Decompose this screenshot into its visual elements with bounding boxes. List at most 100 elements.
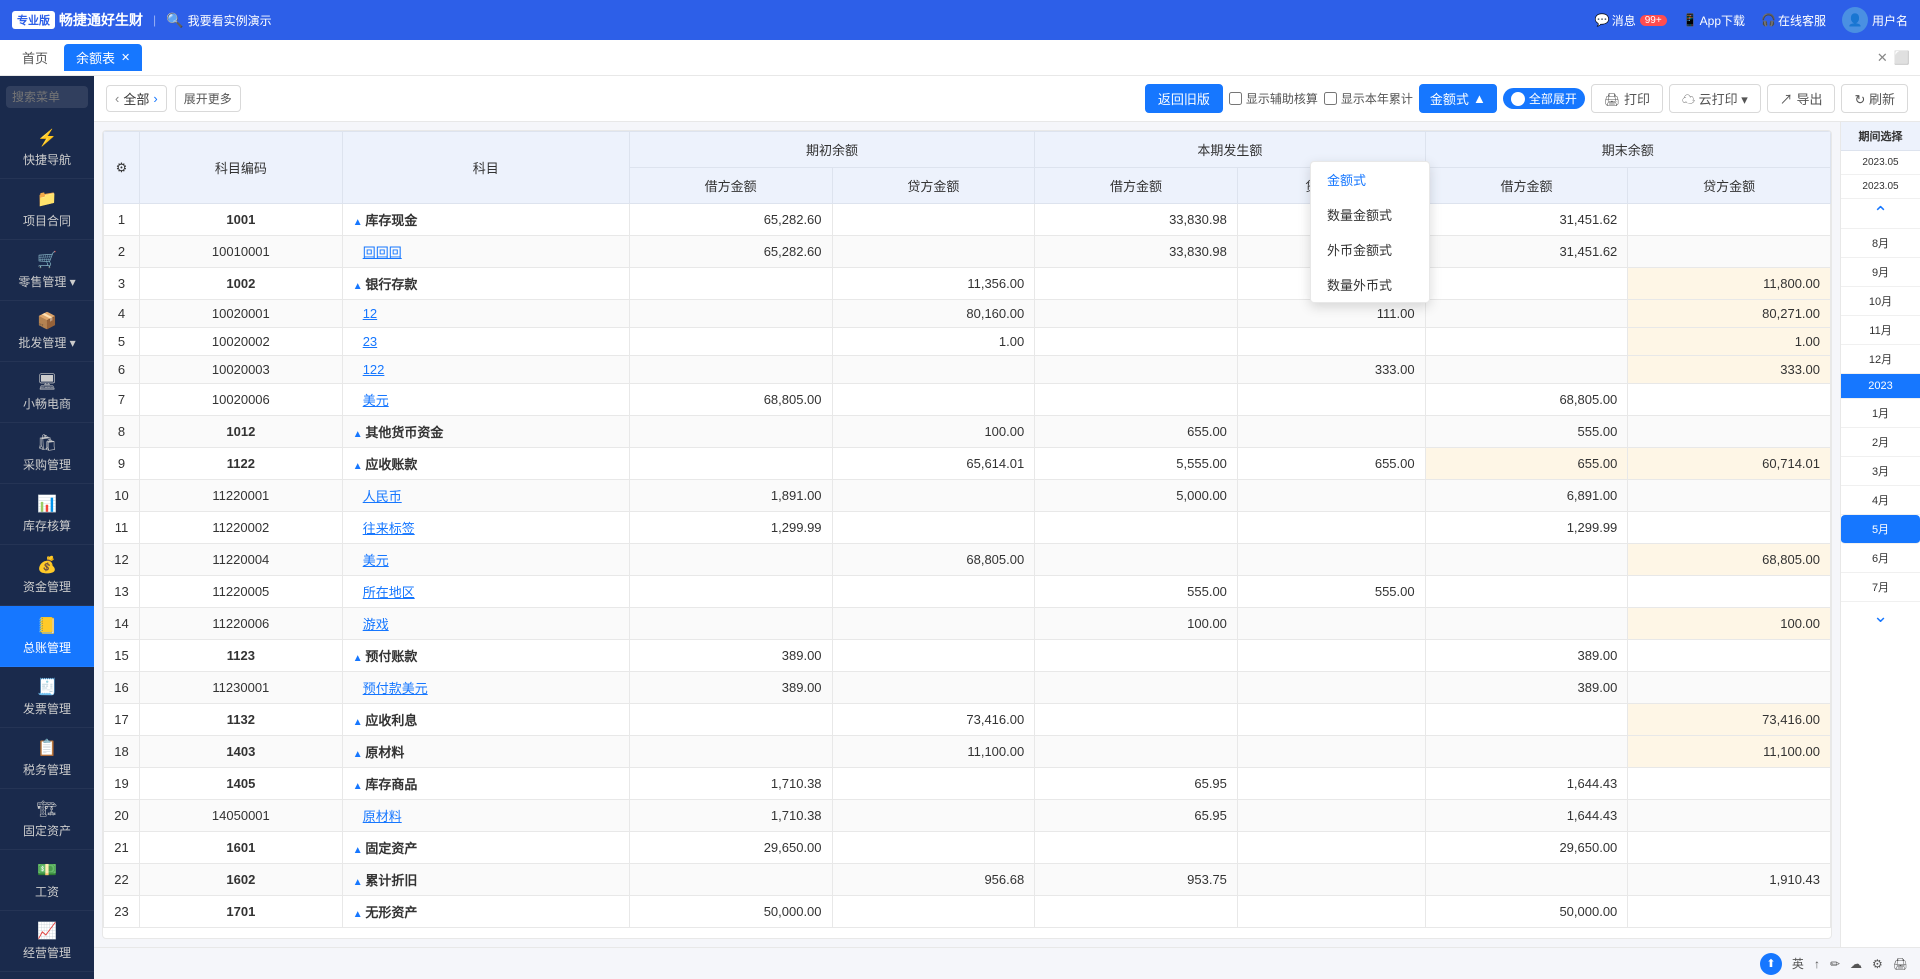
- month-item-4[interactable]: 4月: [1841, 486, 1920, 515]
- chevron-up-icon: ▲: [1473, 91, 1486, 106]
- row-period-debit: [629, 576, 832, 608]
- row-subject[interactable]: ▲ 固定资产: [342, 832, 629, 864]
- row-subject[interactable]: ▲ 应收账款: [342, 448, 629, 480]
- th-setting[interactable]: ⚙: [104, 132, 140, 204]
- row-subject[interactable]: 122: [342, 356, 629, 384]
- export-btn[interactable]: ↗ 导出: [1767, 84, 1836, 113]
- dropdown-item-fx-jine[interactable]: 外币金额式: [1311, 232, 1429, 267]
- wholesale-icon: 📦: [6, 311, 88, 331]
- message-btn[interactable]: 💬 消息 99+: [1595, 12, 1667, 29]
- year-item-2023-05-2[interactable]: 2023.05: [1841, 175, 1920, 199]
- row-subject[interactable]: ▲ 应收利息: [342, 704, 629, 736]
- row-subject[interactable]: ▲ 预付账款: [342, 640, 629, 672]
- month-item-9[interactable]: 9月: [1841, 258, 1920, 287]
- sidebar-item-operation[interactable]: 📈 经营管理: [0, 911, 94, 972]
- row-subject[interactable]: ▲ 库存现金: [342, 204, 629, 236]
- ytd-check[interactable]: [1324, 92, 1337, 105]
- table-row: 221602▲ 累计折旧956.68953.751,910.43: [104, 864, 1831, 896]
- dropdown-item-jine[interactable]: 金额式: [1311, 162, 1429, 197]
- sidebar-item-invoice[interactable]: 🧾 发票管理: [0, 667, 94, 728]
- row-subject[interactable]: 23: [342, 328, 629, 356]
- month-item-8[interactable]: 8月: [1841, 229, 1920, 258]
- floating-btn[interactable]: ⬆: [1760, 953, 1782, 975]
- sidebar-item-purchase[interactable]: 🛍 采购管理: [0, 423, 94, 484]
- sidebar-item-inventory[interactable]: 📊 库存核算: [0, 484, 94, 545]
- row-subject[interactable]: 原材料: [342, 800, 629, 832]
- sidebar-item-finance[interactable]: 💰 资金管理: [0, 545, 94, 606]
- user-avatar[interactable]: 👤 用户名: [1842, 7, 1908, 33]
- month-item-6[interactable]: 6月: [1841, 544, 1920, 573]
- row-subject[interactable]: 人民币: [342, 480, 629, 512]
- window-close-icon[interactable]: ✕: [1877, 50, 1888, 66]
- row-subject[interactable]: ▲ 其他货币资金: [342, 416, 629, 448]
- refresh-label: 刷新: [1869, 92, 1895, 107]
- lang-btn[interactable]: 英: [1792, 955, 1804, 972]
- sidebar-item-ecommerce[interactable]: 🖥 小畅电商: [0, 362, 94, 423]
- forward-icon[interactable]: ›: [153, 91, 157, 106]
- edit-icon[interactable]: ✏: [1830, 957, 1840, 971]
- setting-icon[interactable]: ⚙: [116, 160, 128, 175]
- row-subject[interactable]: 游戏: [342, 608, 629, 640]
- row-subject[interactable]: 预付款美元: [342, 672, 629, 704]
- return-old-btn[interactable]: 返回旧版: [1145, 84, 1223, 113]
- app-download-btn[interactable]: 📱 App下载: [1683, 12, 1745, 29]
- row-subject[interactable]: 回回回: [342, 236, 629, 268]
- month-item-2[interactable]: 2月: [1841, 428, 1920, 457]
- row-subject[interactable]: ▲ 原材料: [342, 736, 629, 768]
- sidebar-item-project[interactable]: 📁 项目合同: [0, 179, 94, 240]
- row-subject[interactable]: 美元: [342, 384, 629, 416]
- down-arrow-icon[interactable]: ⌄: [1873, 606, 1888, 627]
- month-item-7[interactable]: 7月: [1841, 573, 1920, 602]
- jine-dropdown-btn[interactable]: 金额式 ▲: [1419, 84, 1497, 113]
- row-subject[interactable]: ▲ 库存商品: [342, 768, 629, 800]
- row-subject[interactable]: ▲ 银行存款: [342, 268, 629, 300]
- invoice-icon: 🧾: [6, 677, 88, 697]
- expand-more-btn[interactable]: 展开更多: [175, 85, 241, 112]
- print-btn[interactable]: 🖨 打印: [1591, 84, 1663, 113]
- sidebar-item-salary[interactable]: 💵 工资: [0, 850, 94, 911]
- sidebar-item-assets[interactable]: 🏗 固定资产: [0, 789, 94, 850]
- year-item-2023[interactable]: 2023: [1841, 374, 1920, 399]
- expand-all-toggle[interactable]: 全部展开: [1503, 88, 1585, 109]
- search-input[interactable]: [6, 86, 88, 108]
- row-subject[interactable]: ▲ 累计折旧: [342, 864, 629, 896]
- row-subject[interactable]: 12: [342, 300, 629, 328]
- tab-home[interactable]: 首页: [10, 44, 60, 71]
- cloud-bottom-icon[interactable]: ☁: [1850, 957, 1862, 971]
- settings-bottom-icon[interactable]: ⚙: [1872, 957, 1883, 971]
- row-subject[interactable]: 所在地区: [342, 576, 629, 608]
- sidebar-item-report[interactable]: 📑 小畅报销: [0, 972, 94, 979]
- tab-close-icon[interactable]: ✕: [121, 51, 130, 64]
- show-ytd-checkbox[interactable]: 显示本年累计: [1324, 90, 1413, 107]
- online-service-btn[interactable]: 🎧 在线客服: [1761, 12, 1826, 29]
- month-item-11[interactable]: 11月: [1841, 316, 1920, 345]
- cloud-print-btn[interactable]: ☁ 云打印 ▾: [1669, 84, 1761, 113]
- window-maximize-icon[interactable]: ⬜: [1894, 50, 1910, 66]
- row-subject[interactable]: ▲ 无形资产: [342, 896, 629, 928]
- auxiliary-check[interactable]: [1229, 92, 1242, 105]
- sidebar-item-wholesale[interactable]: 📦 批发管理 ▾: [0, 301, 94, 362]
- dropdown-item-qty-jine[interactable]: 数量金额式: [1311, 197, 1429, 232]
- demo-link[interactable]: 🔍 我要看实例演示: [166, 12, 271, 29]
- month-item-3[interactable]: 3月: [1841, 457, 1920, 486]
- month-item-1[interactable]: 1月: [1841, 399, 1920, 428]
- year-item-2023-05-1[interactable]: 2023.05: [1841, 151, 1920, 175]
- row-subject[interactable]: 往来标签: [342, 512, 629, 544]
- arrow-up-icon[interactable]: ↑: [1814, 957, 1820, 971]
- back-icon[interactable]: ‹: [115, 91, 119, 106]
- refresh-btn[interactable]: ↻ 刷新: [1841, 84, 1908, 113]
- row-code: 1123: [140, 640, 343, 672]
- up-arrow-icon[interactable]: ⌃: [1873, 203, 1888, 224]
- sidebar-item-tax[interactable]: 📋 税务管理: [0, 728, 94, 789]
- print-bottom-icon[interactable]: 🖨: [1893, 957, 1908, 971]
- dropdown-item-qty-fx[interactable]: 数量外币式: [1311, 267, 1429, 302]
- row-subject[interactable]: 美元: [342, 544, 629, 576]
- sidebar-item-retail[interactable]: 🛒 零售管理 ▾: [0, 240, 94, 301]
- show-auxiliary-checkbox[interactable]: 显示辅助核算: [1229, 90, 1318, 107]
- month-item-5[interactable]: 5月: [1841, 515, 1920, 544]
- sidebar-item-ledger[interactable]: 📒 总账管理: [0, 606, 94, 667]
- tab-active[interactable]: 余额表 ✕: [64, 44, 142, 71]
- month-item-12[interactable]: 12月: [1841, 345, 1920, 374]
- month-item-10[interactable]: 10月: [1841, 287, 1920, 316]
- sidebar-item-quicknav[interactable]: ⚡ 快捷导航: [0, 118, 94, 179]
